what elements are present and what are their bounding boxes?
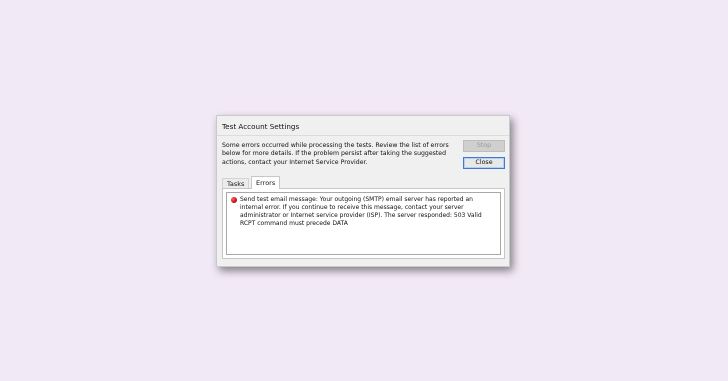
error-message: Send test email message: Your outgoing (…: [240, 196, 482, 228]
test-account-settings-dialog: Test Account Settings Some errors occurr…: [216, 115, 510, 267]
stop-button[interactable]: Stop: [463, 140, 505, 152]
close-button[interactable]: Close: [463, 157, 505, 169]
errors-list[interactable]: Send test email message: Your outgoing (…: [226, 192, 501, 255]
tab-errors[interactable]: Errors: [251, 176, 281, 189]
error-icon: [231, 197, 237, 203]
dialog-title: Test Account Settings: [222, 122, 300, 131]
dialog-message: Some errors occurred while processing th…: [222, 142, 449, 166]
errors-panel: Send test email message: Your outgoing (…: [222, 188, 505, 259]
title-divider: [217, 135, 509, 136]
